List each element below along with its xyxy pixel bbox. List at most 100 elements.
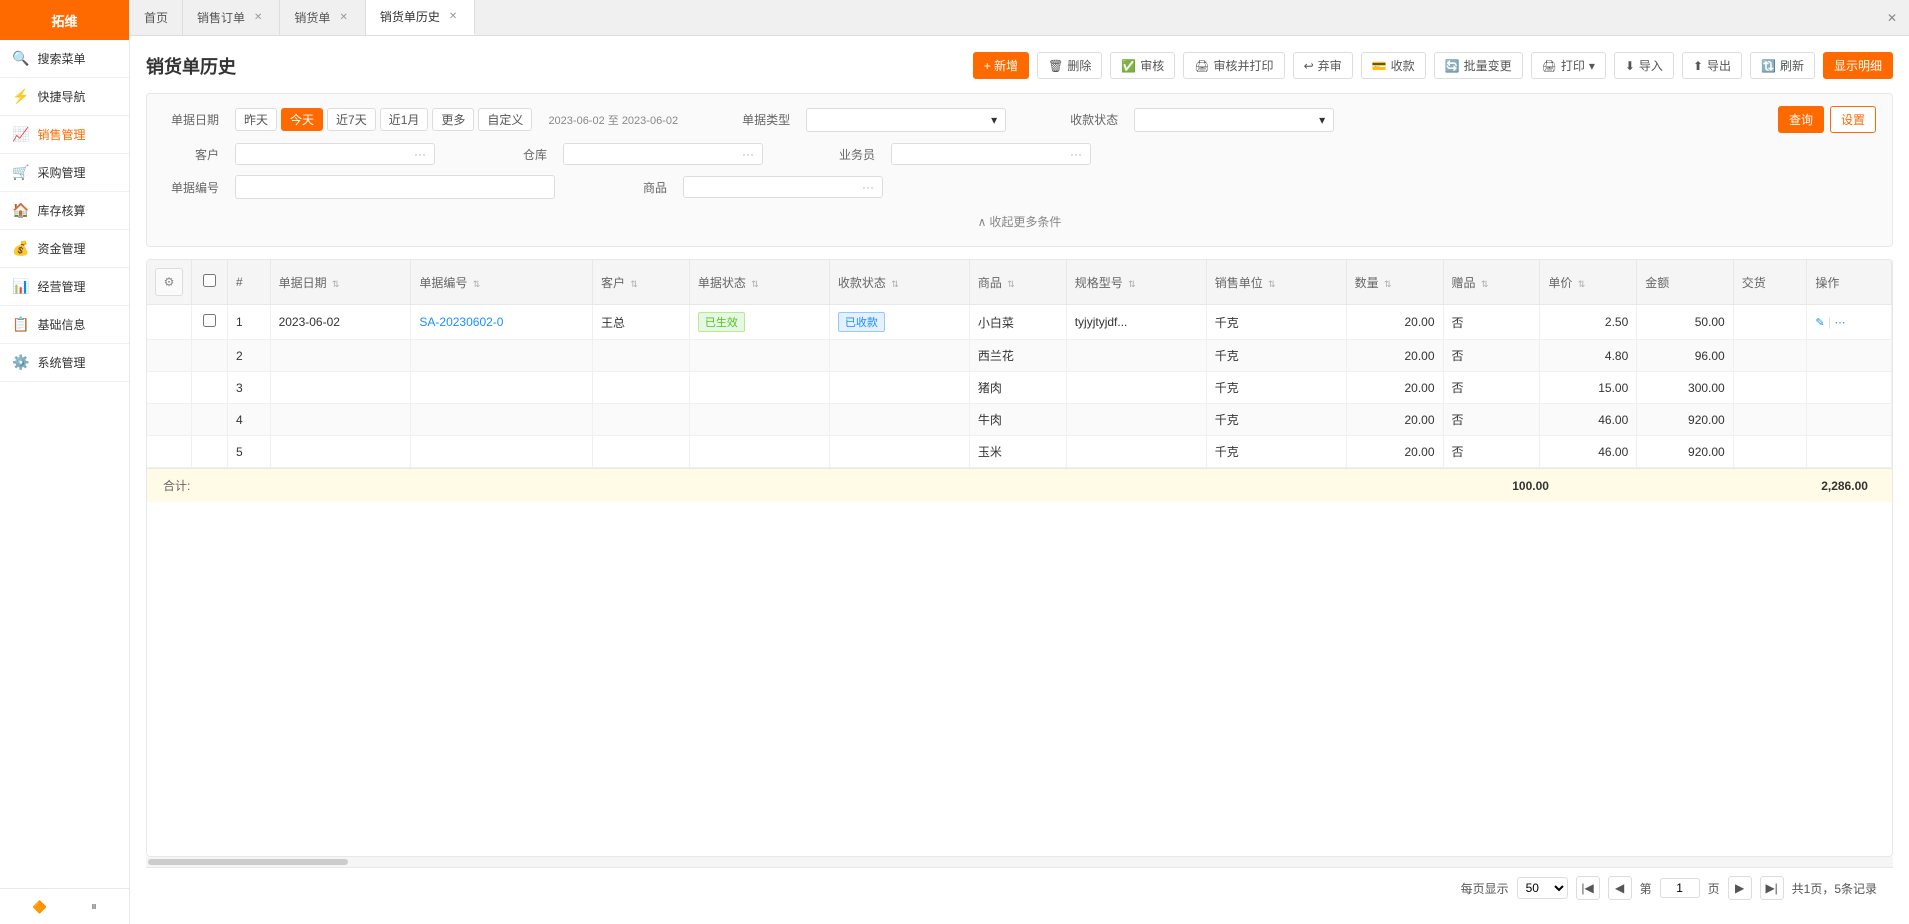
customer-dots[interactable]: ···: [414, 147, 426, 161]
td-goods: 玉米: [969, 436, 1066, 468]
date-btn-1month[interactable]: 近1月: [380, 108, 429, 131]
tab-sales-history-close[interactable]: ✕: [446, 10, 460, 23]
abandon-button[interactable]: ↩ 弃审: [1293, 52, 1353, 79]
td-date: 2023-06-02: [270, 305, 411, 340]
sidebar-item-finance[interactable]: 💰 资金管理: [0, 230, 129, 268]
operations-icon: 📊: [12, 278, 29, 295]
customer-input[interactable]: [244, 147, 414, 161]
more-btn[interactable]: ⋯: [1834, 317, 1845, 329]
tab-sales-order-close[interactable]: ✕: [251, 11, 265, 24]
sidebar-item-inventory[interactable]: 🏠 库存核算: [0, 192, 129, 230]
tab-sales-order[interactable]: 销售订单 ✕: [183, 0, 280, 35]
collect-button[interactable]: 💳 收款: [1361, 52, 1426, 79]
date-btn-custom[interactable]: 自定义: [478, 108, 532, 131]
settings-button[interactable]: 设置: [1830, 106, 1876, 133]
sidebar-bottom-icon1[interactable]: 🔶: [32, 900, 47, 914]
tab-home[interactable]: 首页: [130, 0, 183, 35]
warehouse-dots[interactable]: ···: [742, 147, 754, 161]
page-prev-btn[interactable]: ◀: [1608, 876, 1632, 900]
business-dots[interactable]: ···: [1070, 147, 1082, 161]
batch-change-button[interactable]: 🔄 批量变更: [1434, 52, 1523, 79]
th-gear: ⚙: [147, 260, 192, 305]
date-btn-yesterday[interactable]: 昨天: [235, 108, 277, 131]
query-button[interactable]: 查询: [1778, 106, 1824, 133]
page-next-btn[interactable]: ▶: [1728, 876, 1752, 900]
show-detail-button[interactable]: 显示明细: [1823, 52, 1893, 79]
scroll-thumb[interactable]: [148, 859, 348, 865]
sort-paymentstatus-icon[interactable]: ⇅: [891, 279, 899, 289]
collapse-bar[interactable]: ∧ 收起更多条件: [163, 209, 1876, 234]
sidebar-item-search-menu[interactable]: 🔍 搜索菜单: [0, 40, 129, 78]
doc-no-link[interactable]: SA-20230602-0: [419, 315, 503, 329]
business-input-wrapper[interactable]: ···: [891, 143, 1091, 165]
sort-date-icon[interactable]: ⇅: [332, 279, 340, 289]
new-button[interactable]: + 新增: [973, 52, 1029, 79]
page-number-input[interactable]: [1660, 878, 1700, 898]
business-input[interactable]: [900, 147, 1070, 161]
row-checkbox[interactable]: [203, 314, 216, 327]
td-spec: [1066, 404, 1206, 436]
date-btn-more[interactable]: 更多: [432, 108, 474, 131]
sidebar-bottom-icon2[interactable]: ⏸: [91, 899, 97, 914]
audit-print-button[interactable]: 🖨 审核并打印: [1183, 52, 1284, 79]
sort-customer-icon[interactable]: ⇅: [630, 279, 638, 289]
goods-input-wrapper[interactable]: ···: [683, 176, 883, 198]
customer-input-wrapper[interactable]: ···: [235, 143, 435, 165]
edit-btn[interactable]: ✎: [1815, 317, 1824, 329]
td-gift: 否: [1443, 340, 1540, 372]
payment-status-select[interactable]: ▾: [1134, 108, 1334, 132]
tab-sales-delivery-close[interactable]: ✕: [336, 11, 350, 24]
goods-dots[interactable]: ···: [862, 180, 874, 194]
doc-number-input[interactable]: [235, 175, 555, 199]
import-button[interactable]: ⬇ 导入: [1614, 52, 1674, 79]
date-btn-7days[interactable]: 近7天: [327, 108, 376, 131]
doc-type-select[interactable]: ▾: [806, 108, 1006, 132]
delete-button[interactable]: 🗑 删除: [1037, 52, 1102, 79]
sort-goods-icon[interactable]: ⇅: [1007, 279, 1015, 289]
sort-unit-icon[interactable]: ⇅: [1268, 279, 1276, 289]
tab-bar-close-all[interactable]: ✕: [1875, 11, 1909, 25]
sidebar-item-quick-nav[interactable]: ⚡ 快捷导航: [0, 78, 129, 116]
batch-icon: 🔄: [1445, 59, 1460, 73]
date-btn-today[interactable]: 今天: [281, 108, 323, 131]
td-customer: [593, 372, 690, 404]
refresh-button[interactable]: 🔃 刷新: [1750, 52, 1815, 79]
sidebar-item-purchase-mgmt[interactable]: 🛒 采购管理: [0, 154, 129, 192]
audit-button[interactable]: ✅ 审核: [1110, 52, 1175, 79]
sidebar-item-label: 资金管理: [37, 240, 85, 257]
sort-gift-icon[interactable]: ⇅: [1481, 279, 1489, 289]
td-customer: 王总: [593, 305, 690, 340]
warehouse-input-wrapper[interactable]: ···: [563, 143, 763, 165]
sidebar-item-system-mgmt[interactable]: ⚙️ 系统管理: [0, 344, 129, 382]
table-row: 4牛肉千克20.00否46.00920.00: [147, 404, 1892, 436]
table-settings-btn[interactable]: ⚙: [155, 268, 183, 296]
sort-price-icon[interactable]: ⇅: [1578, 279, 1586, 289]
goods-input[interactable]: [692, 180, 862, 194]
table-header-row: ⚙ # 单据日期 ⇅ 单据编号 ⇅: [147, 260, 1892, 305]
table-row: 5玉米千克20.00否46.00920.00: [147, 436, 1892, 468]
sidebar-item-operations[interactable]: 📊 经营管理: [0, 268, 129, 306]
td-transaction: [1733, 340, 1807, 372]
sidebar-item-basic-info[interactable]: 📋 基础信息: [0, 306, 129, 344]
sidebar-item-sales-mgmt[interactable]: 📈 销售管理: [0, 116, 129, 154]
per-page-select[interactable]: 50 100 200: [1517, 877, 1568, 899]
tab-sales-history[interactable]: 销货单历史 ✕: [366, 0, 475, 35]
td-amount: 300.00: [1637, 372, 1733, 404]
page-last-btn[interactable]: ▶|: [1760, 876, 1784, 900]
horizontal-scrollbar[interactable]: [146, 857, 1893, 867]
select-all-checkbox[interactable]: [203, 274, 216, 287]
warehouse-input[interactable]: [572, 147, 742, 161]
sort-docstatus-icon[interactable]: ⇅: [751, 279, 759, 289]
sort-spec-icon[interactable]: ⇅: [1128, 279, 1136, 289]
print-button[interactable]: 🖨 打印 ▾: [1531, 52, 1606, 79]
tab-sales-delivery[interactable]: 销货单 ✕: [280, 0, 365, 35]
sort-qty-icon[interactable]: ⇅: [1384, 279, 1392, 289]
td-doc-no: [411, 340, 593, 372]
td-goods: 猪肉: [969, 372, 1066, 404]
sort-docno-icon[interactable]: ⇅: [473, 279, 481, 289]
inventory-icon: 🏠: [12, 202, 29, 219]
page-first-btn[interactable]: |◀: [1576, 876, 1600, 900]
total-info: 共1页，5条记录: [1792, 880, 1877, 897]
export-button[interactable]: ⬆ 导出: [1682, 52, 1742, 79]
td-action: [1807, 404, 1892, 436]
